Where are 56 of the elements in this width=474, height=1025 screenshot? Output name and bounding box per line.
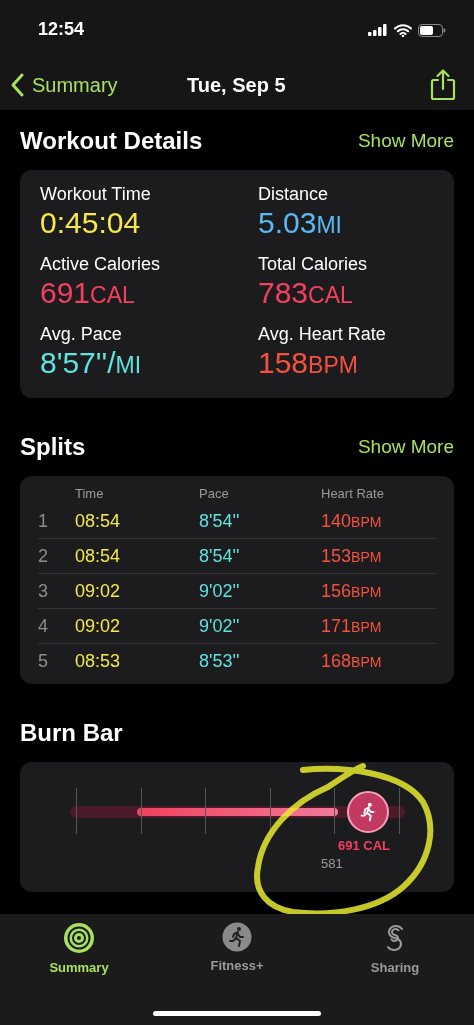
back-link[interactable]: Summary xyxy=(10,73,118,97)
wifi-icon xyxy=(394,23,412,37)
metric-label: Avg. Pace xyxy=(40,324,123,345)
split-heart-rate: 156BPM xyxy=(321,580,383,602)
metric-label: Total Calories xyxy=(258,254,369,275)
split-heart-rate: 153BPM xyxy=(321,545,383,567)
metric-value: 158BPM xyxy=(258,346,359,380)
metric-label: Distance xyxy=(258,184,330,205)
section-title: Workout Details xyxy=(20,127,203,155)
calorie-reading: 691 CAL xyxy=(338,838,391,853)
split-heart-rate: 168BPM xyxy=(321,650,383,672)
split-number: 4 xyxy=(38,615,49,637)
runner-icon xyxy=(222,922,252,952)
back-label[interactable]: Summary xyxy=(32,73,118,97)
split-pace: 8'54'' xyxy=(199,545,241,567)
status-time: 12:54 xyxy=(38,18,85,40)
tab[interactable]: Sharing xyxy=(316,922,474,978)
split-pace: 8'54'' xyxy=(199,510,241,532)
metric-value: 783CAL xyxy=(258,276,354,310)
tab[interactable]: Fitness+ xyxy=(158,922,316,978)
show-more-link[interactable]: Show More xyxy=(357,130,454,152)
split-time: 09:02 xyxy=(75,580,122,602)
split-number: 3 xyxy=(38,580,49,602)
section-title: Splits xyxy=(20,433,86,461)
signal-icon xyxy=(368,24,388,36)
metric-label: Avg. Heart Rate xyxy=(258,324,387,345)
back-chevron-icon xyxy=(10,73,24,97)
rings-icon xyxy=(63,922,95,954)
split-number: 2 xyxy=(38,545,49,567)
share-icon[interactable] xyxy=(430,69,456,101)
split-pace: 9'02'' xyxy=(199,580,241,602)
column-header: Time xyxy=(75,485,105,501)
battery-icon xyxy=(418,23,446,37)
nav-title: Tue, Sep 5 xyxy=(187,73,286,97)
column-header: Pace xyxy=(199,485,230,501)
split-time: 08:54 xyxy=(75,510,122,532)
metric-value: 0:45:04 xyxy=(40,206,142,240)
metric-label: Active Calories xyxy=(40,254,162,275)
metric-value: 691CAL xyxy=(40,276,136,310)
split-pace: 9'02'' xyxy=(199,615,241,637)
split-pace: 8'53'' xyxy=(199,650,241,672)
metric-label: Workout Time xyxy=(40,184,152,205)
split-time: 08:54 xyxy=(75,545,122,567)
split-heart-rate: 140BPM xyxy=(321,510,383,532)
split-number: 1 xyxy=(38,510,49,532)
split-time: 08:53 xyxy=(75,650,122,672)
tab[interactable]: Summary xyxy=(0,922,158,978)
column-header: Heart Rate xyxy=(321,485,385,501)
metric-value: 8'57''/MI xyxy=(40,346,143,380)
split-heart-rate: 171BPM xyxy=(321,615,383,637)
burn-bar-mark: 581 xyxy=(321,856,343,871)
split-number: 5 xyxy=(38,650,49,672)
show-more-link[interactable]: Show More xyxy=(357,436,454,458)
split-time: 09:02 xyxy=(75,615,122,637)
section-title: Burn Bar xyxy=(20,719,123,747)
metric-value: 5.03MI xyxy=(258,206,343,240)
